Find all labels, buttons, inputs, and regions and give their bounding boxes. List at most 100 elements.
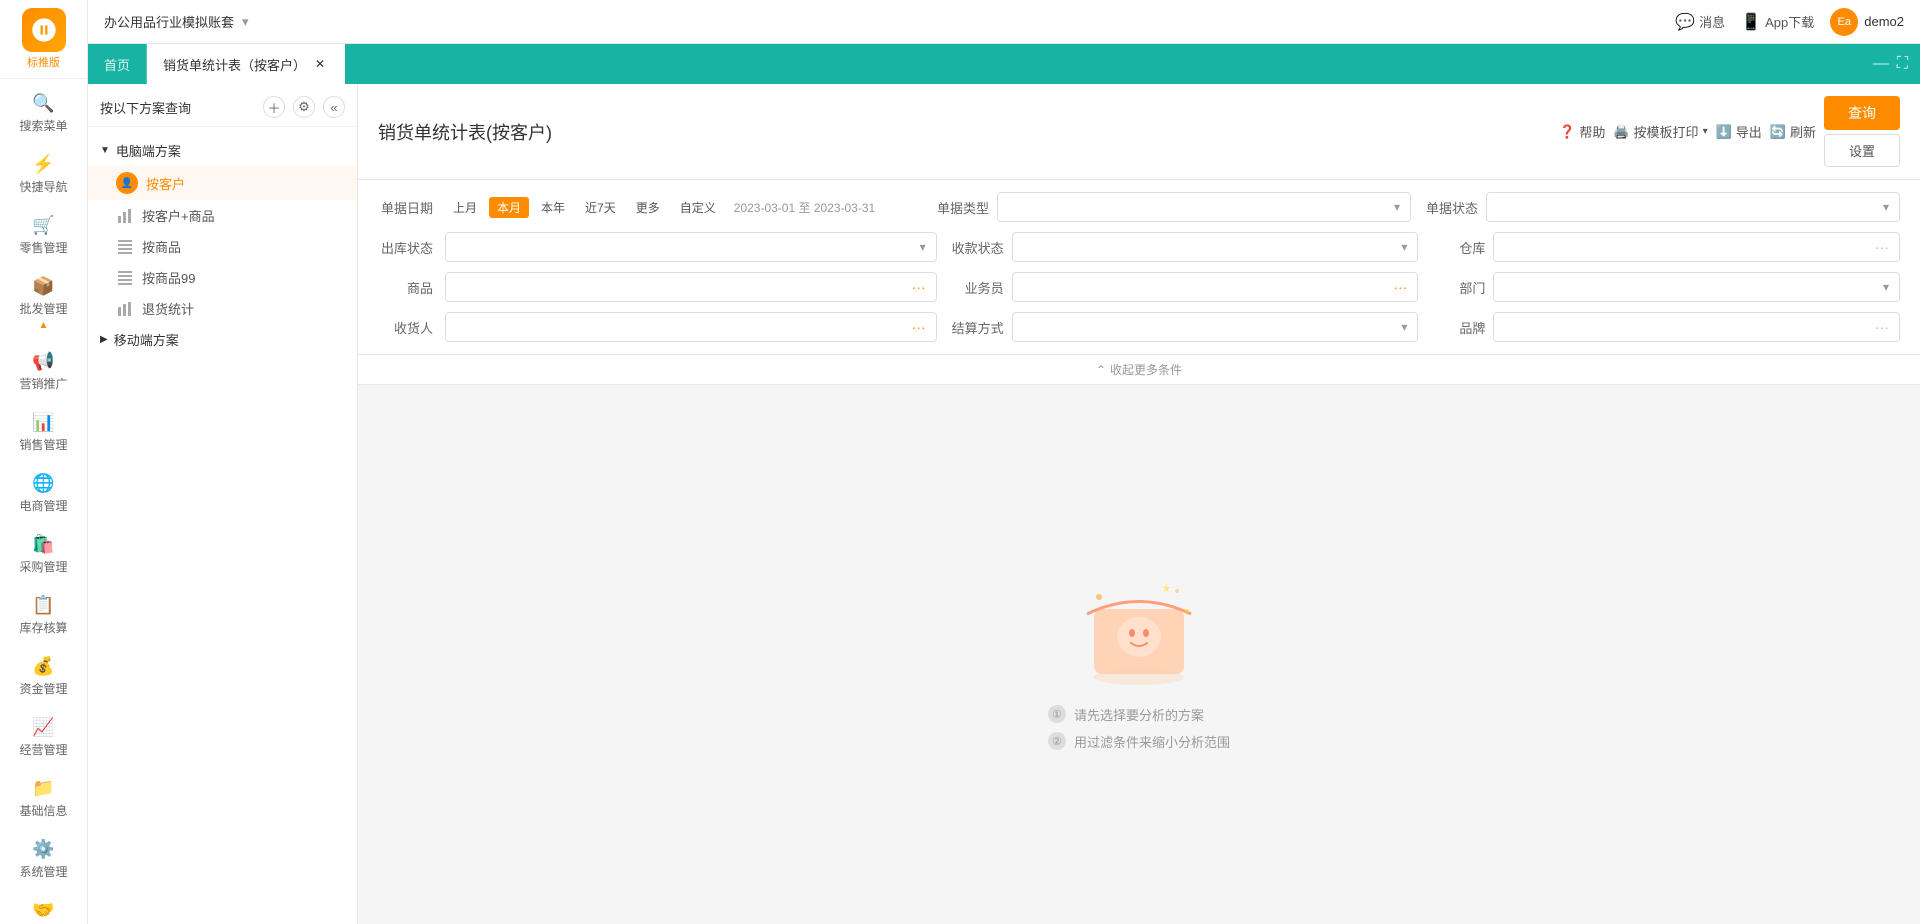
department-select[interactable]: ▾ [1493,272,1900,302]
settings-button[interactable]: 设置 [1824,134,1900,167]
sidebar-item-search[interactable]: 🔍 搜索菜单 [0,83,87,144]
ship-status-select[interactable]: ▾ [445,232,937,262]
filter-row-2: 出库状态 ▾ 收款状态 ▾ [378,232,1900,262]
logo-icon[interactable] [22,8,66,52]
order-status-arrow-icon: ▾ [1883,200,1889,214]
query-button[interactable]: 查询 [1824,96,1900,130]
sidebar-item-ecommerce[interactable]: 🌐 电商管理 [0,463,87,524]
filter-inline-order-type: 单据类型 ▾ [934,192,1411,222]
app-download-button[interactable]: 📱 App下载 [1741,12,1814,32]
date-chip-custom[interactable]: 自定义 [672,197,724,218]
salesperson-dots-icon: ··· [1393,279,1407,295]
filter-inline-order-status: 单据状态 ▾ [1423,192,1900,222]
date-chip-this-month[interactable]: 本月 [489,197,529,218]
sidebar-item-finance[interactable]: 💰 资金管理 [0,646,87,707]
date-chip-last-month[interactable]: 上月 [445,197,485,218]
tree-item-by-product[interactable]: 按商品 [88,231,357,262]
tree-item-by-customer-product[interactable]: 按客户+商品 [88,200,357,231]
sidebar-item-system-label: 系统管理 [19,863,67,880]
user-area[interactable]: Ea demo2 [1830,8,1904,36]
date-chip-more[interactable]: 更多 [628,197,668,218]
tip-num-2: ② [1048,732,1066,750]
desktop-group-label: 电脑端方案 [116,141,181,160]
tab-minimize-icon[interactable]: — [1873,55,1889,73]
order-type-select[interactable]: ▾ [997,192,1411,222]
tree-item-by-product-99[interactable]: 按商品99 [88,262,357,293]
sidebar-item-operations[interactable]: 📈 经营管理 [0,707,87,768]
tree-item-return-stats[interactable]: 退货统计 [88,293,357,324]
sidebar-item-sales[interactable]: 📊 销售管理 [0,402,87,463]
date-chip-this-year[interactable]: 本年 [533,197,573,218]
export-button[interactable]: ⬇️ 导出 [1716,122,1762,141]
salesperson-label: 业务员 [949,278,1004,297]
empty-tips: ① 请先选择要分析的方案 ② 用过滤条件来缩小分析范围 [1048,705,1230,751]
avatar-initials: Ea [1838,16,1851,28]
product-select[interactable]: ··· [445,272,937,302]
date-chip-last-7-days[interactable]: 近7天 [577,197,624,218]
tab-maximize-icon[interactable]: ⛶ [1897,55,1908,73]
ship-status-label: 出库状态 [378,238,433,257]
help-button[interactable]: ❓ 帮助 [1559,122,1605,141]
warehouse-dots-icon: ··· [1875,239,1889,255]
sidebar-item-marketing[interactable]: 📢 营销推广 [0,341,87,402]
sidebar-item-inventory-label: 库存核算 [19,619,67,636]
sidebar: 标推版 🔍 搜索菜单 ⚡ 快捷导航 🛒 零售管理 📦 批发管理 ▲ 📢 营销推广… [0,0,88,924]
department-arrow-icon: ▾ [1883,280,1889,294]
settings-scheme-button[interactable]: ⚙ [293,96,315,118]
mobile-group-arrow-icon: ▶ [100,334,108,345]
sidebar-item-retail[interactable]: 🛒 零售管理 [0,205,87,266]
settlement-select[interactable]: ▾ [1012,312,1419,342]
print-label: 按模板打印 [1634,122,1699,141]
download-icon: 📱 [1741,12,1761,32]
sidebar-item-wholesale[interactable]: 📦 批发管理 ▲ [0,266,87,341]
pay-status-select[interactable]: ▾ [1012,232,1419,262]
bar-chart-icon [116,300,134,318]
sidebar-item-quick-nav-label: 快捷导航 [19,178,67,195]
tab-home[interactable]: 首页 [88,44,147,84]
brand-select[interactable]: ··· [1493,312,1900,342]
sidebar-item-inventory[interactable]: 📋 库存核算 [0,585,87,646]
refresh-button[interactable]: 🔄 刷新 [1770,122,1816,141]
receiver-dots-icon: ··· [912,319,926,335]
mobile-group: ▶ 移动端方案 [88,324,357,355]
receiver-label: 收货人 [378,318,433,337]
department-section: 部门 ▾ [1430,272,1900,302]
print-button[interactable]: 🖨️ 按模板打印 ▾ [1613,122,1707,141]
sidebar-item-purchase[interactable]: 🛍️ 采购管理 [0,524,87,585]
sidebar-item-sales-label: 销售管理 [19,436,67,453]
action-group: ❓ 帮助 🖨️ 按模板打印 ▾ ⬇️ 导出 🔄 刷新 [1559,96,1900,167]
tree-item-by-customer[interactable]: 👤 按客户 [88,166,357,200]
receiver-select[interactable]: ··· [445,312,937,342]
order-type-arrow-icon: ▾ [1394,200,1400,214]
tab-sales-stat[interactable]: 销货单统计表（按客户） ✕ [147,44,345,84]
main-area: 办公用品行业模拟账套 ▾ 💬 消息 📱 App下载 Ea demo2 首页 [88,0,1920,924]
topbar-left: 办公用品行业模拟账套 ▾ [104,12,249,31]
chart-icon [116,207,134,225]
order-status-select[interactable]: ▾ [1486,192,1900,222]
sidebar-item-quick-nav[interactable]: ⚡ 快捷导航 [0,144,87,205]
empty-svg [1069,559,1209,689]
add-scheme-button[interactable]: ＋ [263,96,285,118]
mobile-group-header[interactable]: ▶ 移动端方案 [88,324,357,355]
settlement-section: 结算方式 ▾ [949,312,1419,342]
collapse-panel-button[interactable]: « [323,96,345,118]
dropdown-arrow-icon[interactable]: ▾ [242,14,249,30]
pay-status-section: 收款状态 ▾ [949,232,1419,262]
sidebar-item-enterprise[interactable]: 🤝 企业协同 [0,890,87,924]
collapse-bar[interactable]: ⌃ 收起更多条件 [358,355,1920,385]
tree-item-by-customer-product-label: 按客户+商品 [142,206,215,225]
right-panel: 销货单统计表(按客户) ❓ 帮助 🖨️ 按模板打印 ▾ ⬇️ 导出 [358,84,1920,924]
salesperson-select[interactable]: ··· [1012,272,1419,302]
filter-inline-salesperson: 业务员 ··· [949,272,1419,302]
desktop-group-header[interactable]: ▼ 电脑端方案 [88,135,357,166]
refresh-label: 刷新 [1790,122,1816,141]
order-type-label: 单据类型 [934,198,989,217]
order-status-section: 单据状态 ▾ [1423,192,1900,222]
warehouse-select[interactable]: ··· [1493,232,1900,262]
tab-close-icon[interactable]: ✕ [312,56,328,72]
table-icon-2 [116,269,134,287]
message-button[interactable]: 💬 消息 [1675,12,1725,32]
sidebar-item-system[interactable]: ⚙️ 系统管理 [0,829,87,890]
sidebar-item-basics[interactable]: 📁 基础信息 [0,768,87,829]
content-area: 按以下方案查询 ＋ ⚙ « ▼ 电脑端方案 👤 [88,84,1920,924]
